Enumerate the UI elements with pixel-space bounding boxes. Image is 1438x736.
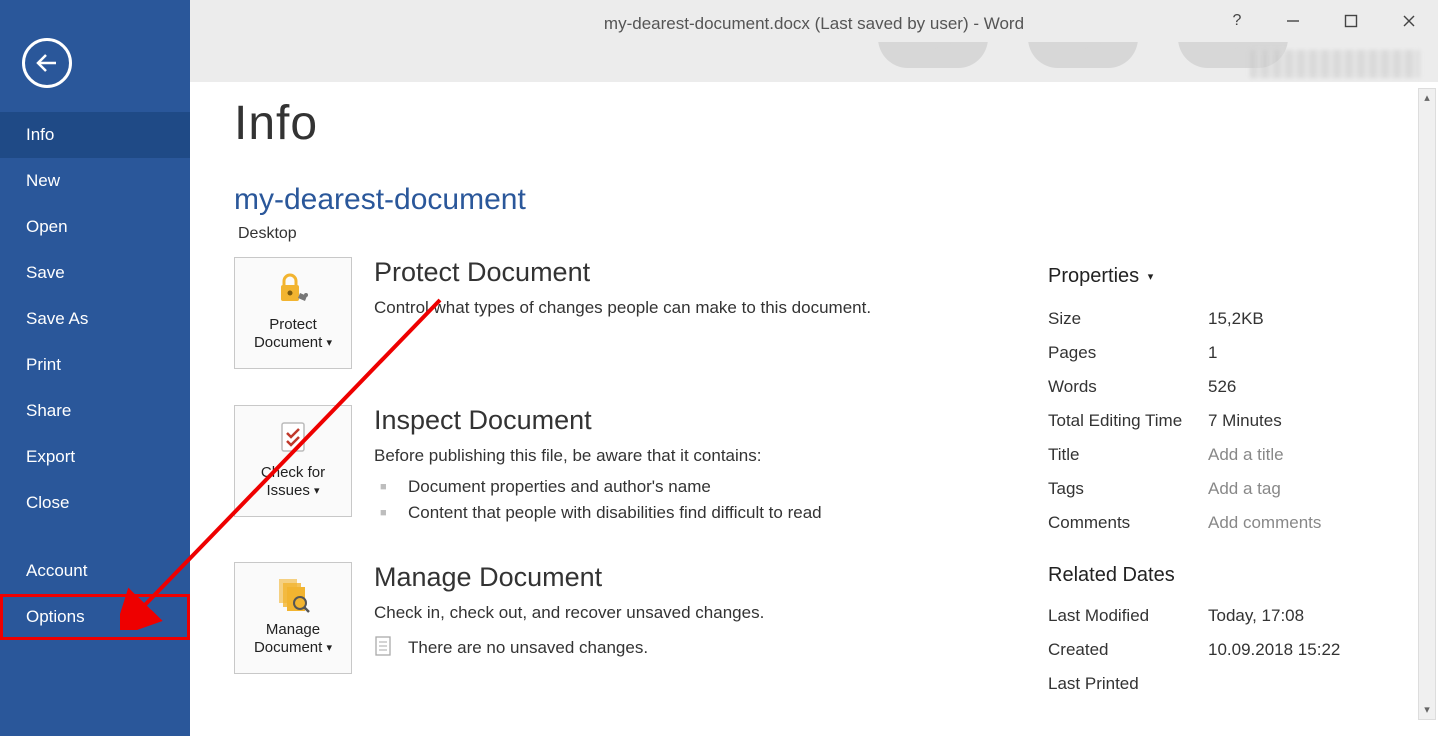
inspect-heading: Inspect Document [374,405,822,436]
inspect-item: Content that people with disabilities fi… [374,500,822,526]
chevron-down-icon: ▾ [1148,271,1154,283]
account-name[interactable] [1250,50,1420,78]
scroll-down-icon[interactable]: ▾ [1419,701,1435,719]
sidebar-item-open[interactable]: Open [0,204,190,250]
sidebar-item-close[interactable]: Close [0,480,190,526]
sidebar-item-label: Print [26,355,61,374]
date-row: Created10.09.2018 15:22 [1048,633,1378,667]
sidebar-item-label: New [26,171,60,190]
sidebar-item-label: Share [26,401,71,420]
sidebar-item-label: Options [26,607,85,626]
sidebar-item-new[interactable]: New [0,158,190,204]
protect-description: Control what types of changes people can… [374,296,871,320]
protect-document-button[interactable]: Protect Document ▾ [234,257,352,369]
properties-heading[interactable]: Properties ▾ [1048,265,1378,288]
sidebar-item-label: Open [26,217,68,236]
inspect-item: Document properties and author's name [374,474,822,500]
chevron-down-icon: ▾ [327,337,333,349]
manage-note: There are no unsaved changes. [408,638,648,658]
sidebar-item-label: Save [26,263,65,282]
property-row: Pages1 [1048,336,1378,370]
property-row[interactable]: CommentsAdd comments [1048,506,1378,540]
protect-heading: Protect Document [374,257,871,288]
inspect-icon [239,416,347,458]
vertical-scrollbar[interactable]: ▴ ▾ [1418,88,1436,720]
backstage-sidebar: Info New Open Save Save As Print Share E… [0,0,190,736]
sidebar-item-print[interactable]: Print [0,342,190,388]
back-button[interactable] [22,38,72,88]
sidebar-item-options[interactable]: Options [0,594,190,640]
sidebar-item-share[interactable]: Share [0,388,190,434]
manage-heading: Manage Document [374,562,764,593]
maximize-button[interactable] [1322,0,1380,42]
sidebar-item-save[interactable]: Save [0,250,190,296]
related-dates-heading: Related Dates [1048,564,1378,587]
button-label: Protect Document [254,316,322,351]
property-row: Words526 [1048,370,1378,404]
sidebar-item-account[interactable]: Account [0,548,190,594]
check-for-issues-button[interactable]: Check for Issues ▾ [234,405,352,517]
manage-document-button[interactable]: Manage Document ▾ [234,562,352,674]
property-row: Size15,2KB [1048,302,1378,336]
property-row[interactable]: TitleAdd a title [1048,438,1378,472]
sidebar-item-label: Info [26,125,54,144]
close-button[interactable] [1380,0,1438,42]
content-pane: Info my-dearest-document Desktop [190,82,1418,736]
manage-icon [239,573,347,615]
sidebar-item-info[interactable]: Info [0,112,190,158]
lock-icon [239,268,347,310]
manage-description: Check in, check out, and recover unsaved… [374,601,764,625]
page-title: Info [234,96,1378,151]
inspect-description: Before publishing this file, be aware th… [374,444,822,468]
sidebar-item-label: Export [26,447,75,466]
sidebar-item-label: Save As [26,309,88,328]
document-name[interactable]: my-dearest-document [234,183,1378,217]
date-row: Last Printed [1048,667,1378,701]
document-location: Desktop [238,225,1378,243]
sidebar-item-export[interactable]: Export [0,434,190,480]
document-icon [374,635,394,662]
chevron-down-icon: ▾ [314,485,320,497]
chevron-down-icon: ▾ [327,642,333,654]
button-label: Manage Document [254,621,322,656]
minimize-button[interactable] [1264,0,1322,42]
property-row: Total Editing Time7 Minutes [1048,404,1378,438]
property-row[interactable]: TagsAdd a tag [1048,472,1378,506]
sidebar-item-label: Close [26,493,69,512]
scroll-up-icon[interactable]: ▴ [1419,89,1435,107]
help-button[interactable]: ? [1210,0,1264,42]
sidebar-item-label: Account [26,561,87,580]
date-row: Last ModifiedToday, 17:08 [1048,599,1378,633]
sidebar-item-save-as[interactable]: Save As [0,296,190,342]
